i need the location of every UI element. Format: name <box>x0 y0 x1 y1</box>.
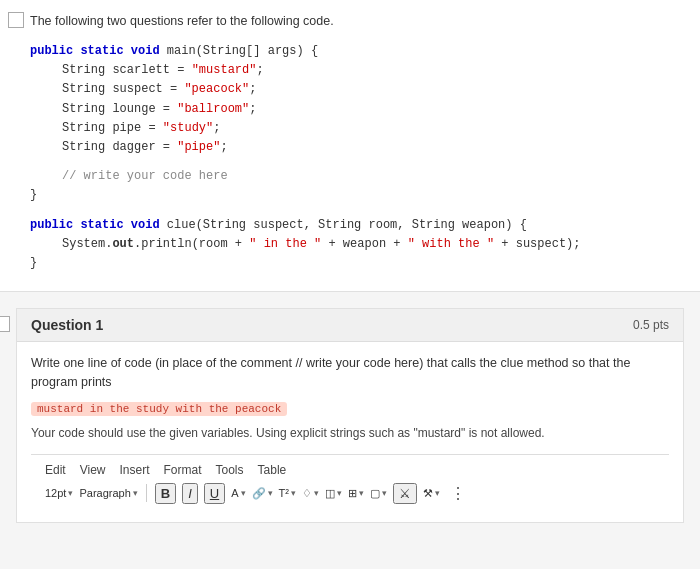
menu-insert[interactable]: Insert <box>119 463 149 477</box>
menu-view[interactable]: View <box>80 463 106 477</box>
font-color-select[interactable]: A ▾ <box>231 487 245 499</box>
link-select[interactable]: 🔗 ▾ <box>252 487 273 500</box>
code-block: public static void main(String[] args) {… <box>30 38 684 277</box>
paragraph-select[interactable]: Paragraph ▾ <box>79 487 137 499</box>
italic-button[interactable]: I <box>182 483 198 504</box>
code-section: The following two questions refer to the… <box>0 0 700 292</box>
link-icon: 🔗 <box>252 487 266 500</box>
media-select[interactable]: ◫ ▾ <box>325 487 342 500</box>
font-size-select[interactable]: 12pt ▾ <box>45 487 73 499</box>
menu-format[interactable]: Format <box>164 463 202 477</box>
code-line-3: String suspect = "peacock"; <box>30 80 684 99</box>
table-chevron: ▾ <box>359 488 364 498</box>
link-chevron: ▾ <box>268 488 273 498</box>
menu-table[interactable]: Table <box>258 463 287 477</box>
question-header: Question 1 0.5 pts <box>17 309 683 342</box>
question-title: Question 1 <box>31 317 103 333</box>
accessibility-button[interactable]: ⚔ <box>393 483 417 504</box>
code-line-println: System.out.println(room + " in the " + w… <box>30 235 684 254</box>
format2-select[interactable]: ⚒ ▾ <box>423 487 440 500</box>
question-wrapper: Question 1 0.5 pts Write one line of cod… <box>16 308 684 523</box>
symbol-select[interactable]: ♢ ▾ <box>302 487 319 500</box>
code-line-method: public static void clue(String suspect, … <box>30 216 684 235</box>
editor-area: Edit View Insert Format Tools Table 12pt… <box>31 454 669 510</box>
code-comment: // write your code here <box>30 167 684 186</box>
code-blank-2 <box>30 206 684 216</box>
question-section: Question 1 0.5 pts Write one line of cod… <box>16 308 684 523</box>
superscript-select[interactable]: T² ▾ <box>279 487 296 499</box>
answer-example: mustard in the study with the peacock <box>31 402 287 416</box>
font-color-chevron: ▾ <box>241 488 246 498</box>
section-checkbox[interactable] <box>8 12 24 28</box>
media-icon: ◫ <box>325 487 335 500</box>
code-line-5: String pipe = "study"; <box>30 119 684 138</box>
code-line-2: String scarlett = "mustard"; <box>30 61 684 80</box>
menu-tools[interactable]: Tools <box>216 463 244 477</box>
code-line-4: String lounge = "ballroom"; <box>30 100 684 119</box>
editor-toolbar: 12pt ▾ Paragraph ▾ B I U A ▾ <box>45 483 655 504</box>
superscript-label: T² <box>279 487 289 499</box>
code-closing-brace-2: } <box>30 254 684 273</box>
superscript-chevron: ▾ <box>291 488 296 498</box>
code-blank-1 <box>30 157 684 167</box>
font-size-chevron: ▾ <box>68 488 73 498</box>
toolbar-divider-1 <box>146 484 147 502</box>
question-body: Write one line of code (in place of the … <box>17 342 683 522</box>
symbol-icon: ♢ <box>302 487 312 500</box>
question-points: 0.5 pts <box>633 318 669 332</box>
question-checkbox[interactable] <box>0 316 10 332</box>
extra-chevron: ▾ <box>382 488 387 498</box>
media-chevron: ▾ <box>337 488 342 498</box>
extra-select[interactable]: ▢ ▾ <box>370 487 387 500</box>
question-text: Write one line of code (in place of the … <box>31 354 669 392</box>
paragraph-chevron: ▾ <box>133 488 138 498</box>
more-options-button[interactable]: ⋮ <box>450 484 466 503</box>
note-text: Your code should use the given variables… <box>31 424 669 442</box>
format2-chevron: ▾ <box>435 488 440 498</box>
font-size-value: 12pt <box>45 487 66 499</box>
paragraph-value: Paragraph <box>79 487 130 499</box>
table-select[interactable]: ⊞ ▾ <box>348 487 364 500</box>
editor-menubar: Edit View Insert Format Tools Table <box>45 463 655 477</box>
code-line-6: String dagger = "pipe"; <box>30 138 684 157</box>
code-line-1: public static void main(String[] args) { <box>30 42 684 61</box>
table-icon: ⊞ <box>348 487 357 500</box>
menu-edit[interactable]: Edit <box>45 463 66 477</box>
code-closing-brace-1: } <box>30 186 684 205</box>
underline-button[interactable]: U <box>204 483 225 504</box>
page-container: The following two questions refer to the… <box>0 0 700 523</box>
code-intro: The following two questions refer to the… <box>30 14 684 28</box>
format2-icon: ⚒ <box>423 487 433 500</box>
symbol-chevron: ▾ <box>314 488 319 498</box>
font-color-label: A <box>231 487 238 499</box>
bold-button[interactable]: B <box>155 483 176 504</box>
extra-icon: ▢ <box>370 487 380 500</box>
